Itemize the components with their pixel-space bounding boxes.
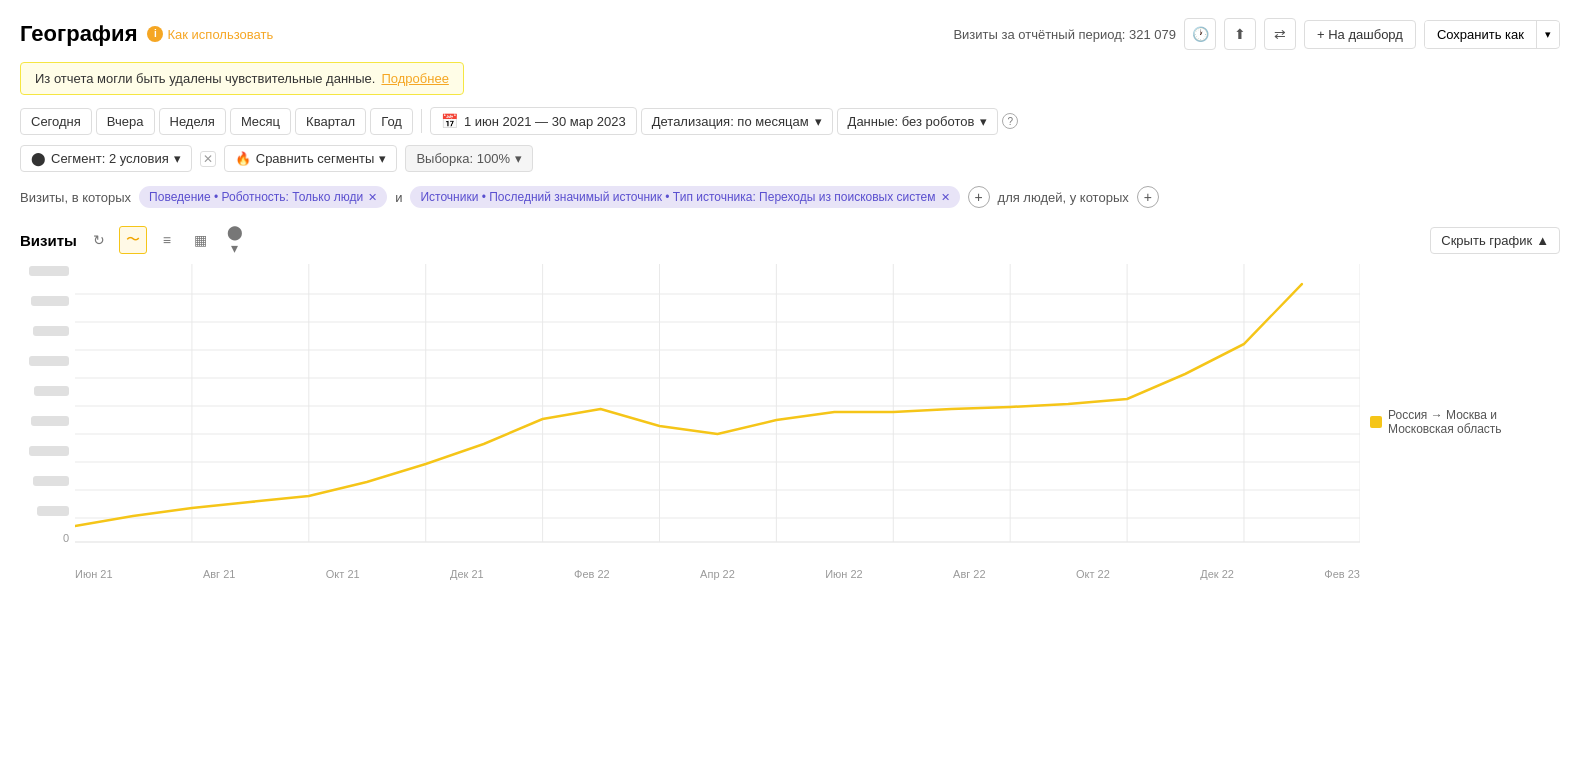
export-icon-btn[interactable]: ⬆	[1224, 18, 1256, 50]
segment-label: Сегмент: 2 условия	[51, 151, 169, 166]
filter-year[interactable]: Год	[370, 108, 413, 135]
legend-color	[1370, 416, 1382, 428]
x-label-10: Фев 23	[1324, 568, 1360, 580]
chart-section: Визиты ↻ 〜 ≡ ▦ ⬤ ▾ Скрыть график ▲	[20, 226, 1560, 580]
x-label-7: Авг 22	[953, 568, 985, 580]
sample-button[interactable]: Выборка: 100% ▾	[405, 145, 533, 172]
compare-chevron: ▾	[379, 151, 386, 166]
date-range-picker[interactable]: 📅 1 июн 2021 — 30 мар 2023	[430, 107, 637, 135]
condition-row: Визиты, в которых Поведение • Роботность…	[20, 186, 1560, 208]
x-label-8: Окт 22	[1076, 568, 1110, 580]
data-type-dropdown[interactable]: Данные: без роботов ▾	[837, 108, 999, 135]
condition-prefix: Визиты, в которых	[20, 190, 131, 205]
condition-tag-2-label: Источники • Последний значимый источник …	[420, 190, 935, 204]
chart-svg	[75, 264, 1360, 564]
add-condition-button[interactable]: +	[968, 186, 990, 208]
segment-button[interactable]: ⬤ Сегмент: 2 условия ▾	[20, 145, 192, 172]
data-type-label: Данные: без роботов	[848, 114, 975, 129]
filter-month[interactable]: Месяц	[230, 108, 291, 135]
help-icon[interactable]: ?	[1002, 113, 1018, 129]
save-main-button[interactable]: Сохранить как	[1425, 21, 1537, 48]
segment-close-button[interactable]: ✕	[200, 151, 216, 167]
sample-label: Выборка: 100%	[416, 151, 510, 166]
add-people-condition-button[interactable]: +	[1137, 186, 1159, 208]
x-label-6: Июн 22	[825, 568, 863, 580]
condition-tag-1-close[interactable]: ✕	[368, 191, 377, 204]
calendar-icon: 📅	[441, 113, 458, 129]
filter-yesterday[interactable]: Вчера	[96, 108, 155, 135]
page-title: География	[20, 21, 137, 47]
hide-chart-button[interactable]: Скрыть график ▲	[1430, 227, 1560, 254]
history-icon-btn[interactable]: 🕐	[1184, 18, 1216, 50]
area-chart-btn[interactable]: ≡	[153, 226, 181, 254]
compare-icon: 🔥	[235, 151, 251, 166]
filter-today[interactable]: Сегодня	[20, 108, 92, 135]
info-link[interactable]: i Как использовать	[147, 26, 273, 42]
detail-label: Детализация: по месяцам	[652, 114, 809, 129]
condition-tag-2-close[interactable]: ✕	[941, 191, 950, 204]
condition-tag-2[interactable]: Источники • Последний значимый источник …	[410, 186, 959, 208]
detail-dropdown[interactable]: Детализация: по месяцам ▾	[641, 108, 833, 135]
alert-text: Из отчета могли быть удалены чувствитель…	[35, 71, 375, 86]
bar-chart-btn[interactable]: ▦	[187, 226, 215, 254]
sample-chevron: ▾	[515, 151, 522, 166]
line-chart-btn[interactable]: 〜	[119, 226, 147, 254]
x-label-2: Окт 21	[326, 568, 360, 580]
x-axis: Июн 21 Авг 21 Окт 21 Дек 21 Фев 22 Апр 2…	[75, 564, 1360, 580]
detail-chevron: ▾	[815, 114, 822, 129]
visits-label: Визиты за отчётный период: 321 079	[953, 27, 1176, 42]
chart-legend: Россия → Москва и Московская область	[1370, 408, 1560, 436]
alert-link[interactable]: Подробнее	[381, 71, 448, 86]
chart-title: Визиты ↻ 〜 ≡ ▦ ⬤ ▾	[20, 226, 249, 254]
x-label-0: Июн 21	[75, 568, 113, 580]
alert-banner: Из отчета могли быть удалены чувствитель…	[20, 62, 464, 95]
chart-header: Визиты ↻ 〜 ≡ ▦ ⬤ ▾ Скрыть график ▲	[20, 226, 1560, 254]
segment-chevron: ▾	[174, 151, 181, 166]
legend-label: Россия → Москва и Московская область	[1388, 408, 1560, 436]
save-button-group: Сохранить как ▾	[1424, 20, 1560, 49]
condition-connector: и	[395, 190, 402, 205]
condition-tag-1-label: Поведение • Роботность: Только люди	[149, 190, 363, 204]
data-type-chevron: ▾	[980, 114, 987, 129]
compare-button[interactable]: 🔥 Сравнить сегменты ▾	[224, 145, 398, 172]
segment-row: ⬤ Сегмент: 2 условия ▾ ✕ 🔥 Сравнить сегм…	[20, 145, 1560, 172]
x-label-3: Дек 21	[450, 568, 484, 580]
condition-tag-1[interactable]: Поведение • Роботность: Только люди ✕	[139, 186, 387, 208]
compare-label: Сравнить сегменты	[256, 151, 375, 166]
y-zero-label: 0	[20, 532, 69, 544]
date-range-label: 1 июн 2021 — 30 мар 2023	[464, 114, 626, 129]
condition-suffix: для людей, у которых	[998, 190, 1129, 205]
chart-wrapper: 0	[20, 264, 1560, 580]
refresh-chart-btn[interactable]: ↻	[85, 226, 113, 254]
add-dashboard-button[interactable]: + На дашборд	[1304, 20, 1416, 49]
filter-quarter[interactable]: Квартал	[295, 108, 366, 135]
date-filter-row: Сегодня Вчера Неделя Месяц Квартал Год 📅…	[20, 107, 1560, 135]
segment-icon: ⬤	[31, 151, 46, 166]
chart-controls: ↻ 〜 ≡ ▦ ⬤ ▾	[85, 226, 249, 254]
x-label-4: Фев 22	[574, 568, 610, 580]
compare-icon-btn[interactable]: ⇄	[1264, 18, 1296, 50]
x-label-1: Авг 21	[203, 568, 235, 580]
x-label-9: Дек 22	[1200, 568, 1234, 580]
save-dropdown-button[interactable]: ▾	[1537, 22, 1559, 47]
info-icon: i	[147, 26, 163, 42]
x-label-5: Апр 22	[700, 568, 735, 580]
filter-divider	[421, 109, 422, 133]
filter-week[interactable]: Неделя	[159, 108, 226, 135]
dot-chart-btn[interactable]: ⬤ ▾	[221, 226, 249, 254]
